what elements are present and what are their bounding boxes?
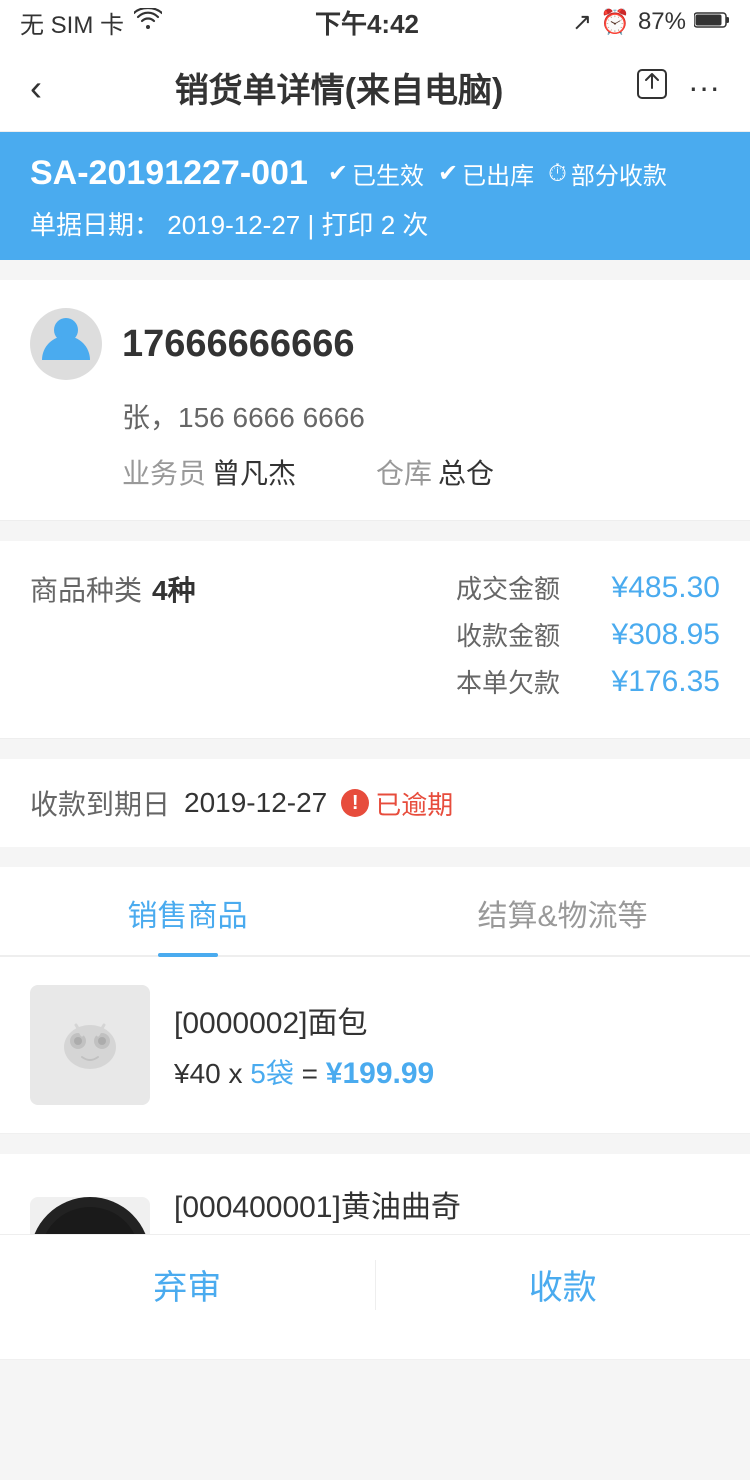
status-partial: ⏱ 部分收款 [548, 156, 667, 191]
deal-amount-value: ¥485.30 [580, 571, 720, 605]
header-banner: SA-20191227-001 ✔ 已生效 ✔ 已出库 ⏱ 部分收款 单据日期：… [0, 132, 750, 260]
nav-actions: ··· [636, 68, 720, 108]
status-time: 下午4:42 [315, 4, 419, 41]
customer-meta: 业务员 曾凡杰 仓库 总仓 [30, 452, 720, 492]
page-title: 销货单详情(来自电脑) [175, 63, 504, 112]
avatar-icon [36, 308, 96, 380]
receipt-amount-value: ¥308.95 [580, 618, 720, 652]
overdue-text: 已逾期 [375, 785, 453, 822]
battery-text: 87% [638, 8, 686, 36]
overdue-icon: ! [341, 789, 369, 817]
receipt-amount-label: 收款金额 [456, 616, 560, 653]
product-info-1: [0000002]面包 ¥40 x 5袋 = ¥199.99 [174, 998, 720, 1092]
alarm-icon: ⏰ [600, 8, 630, 37]
location-icon: ↗ [572, 8, 592, 37]
salesperson-value: 曾凡杰 [212, 452, 296, 492]
status-tags: ✔ 已生效 ✔ 已出库 ⏱ 部分收款 [328, 156, 667, 191]
tab-settlement-label: 结算&物流等 [477, 900, 647, 933]
receipt-amount-row: 收款金额 ¥308.95 [375, 616, 720, 653]
due-date: 2019-12-27 [184, 787, 327, 819]
deal-amount-label: 成交金额 [456, 569, 560, 606]
deal-amount-row: 成交金额 ¥485.30 [375, 569, 720, 606]
summary-left: 商品种类 4种 [30, 569, 375, 615]
tab-section: 销售商品 结算&物流等 [0, 867, 750, 957]
owl-placeholder-1 [30, 985, 150, 1105]
more-button[interactable]: ··· [688, 69, 720, 106]
status-shipped: ✔ 已出库 [438, 156, 534, 191]
product-name-1: [0000002]面包 [174, 998, 720, 1042]
back-button[interactable]: ‹ [30, 67, 42, 109]
tab-sales-products[interactable]: 销售商品 [0, 867, 375, 955]
bottom-bar: 弃审 收款 [0, 1234, 750, 1334]
share-button[interactable] [636, 68, 668, 108]
product-spacer [0, 1134, 750, 1154]
banner-date: 单据日期： 2019-12-27 | 打印 2 次 [30, 205, 720, 242]
due-label: 收款到期日 [30, 783, 170, 823]
type-count: 4种 [152, 569, 196, 609]
tab-settlement[interactable]: 结算&物流等 [375, 867, 750, 955]
customer-id: 17666666666 [122, 323, 354, 366]
debt-amount-label: 本单欠款 [456, 663, 560, 700]
product-name-2: [000400001]黄油曲奇 [174, 1182, 720, 1226]
avatar [30, 308, 102, 380]
status-right: ↗ ⏰ 87% [572, 8, 730, 37]
battery-icon [694, 8, 730, 36]
overdue-badge: ! 已逾期 [341, 785, 453, 822]
status-bar: 无 SIM 卡 下午4:42 ↗ ⏰ 87% [0, 0, 750, 44]
wifi-icon [134, 8, 162, 37]
nav-bar: ‹ 销货单详情(来自电脑) ··· [0, 44, 750, 132]
warehouse-label: 仓库 [376, 452, 432, 492]
carrier-text: 无 SIM 卡 [20, 5, 124, 40]
summary-right: 成交金额 ¥485.30 收款金额 ¥308.95 本单欠款 ¥176.35 [375, 569, 720, 710]
type-label: 商品种类 [30, 569, 142, 609]
cancel-button[interactable]: 弃审 [0, 1260, 375, 1309]
check-icon-2: ✔ [438, 159, 458, 188]
customer-name: 张，156 6666 6666 [30, 396, 720, 436]
customer-section: 17666666666 张，156 6666 6666 业务员 曾凡杰 仓库 总… [0, 280, 750, 521]
product-price-1: ¥40 x 5袋 = ¥199.99 [174, 1052, 720, 1092]
product-item: [0000002]面包 ¥40 x 5袋 = ¥199.99 [0, 957, 750, 1134]
due-section: 收款到期日 2019-12-27 ! 已逾期 [0, 759, 750, 847]
summary-section: 商品种类 4种 成交金额 ¥485.30 收款金额 ¥308.95 本单欠款 ¥… [0, 541, 750, 739]
status-carrier: 无 SIM 卡 [20, 5, 162, 40]
order-id: SA-20191227-001 [30, 154, 308, 193]
product-thumb-1 [30, 985, 150, 1105]
debt-amount-row: 本单欠款 ¥176.35 [375, 663, 720, 700]
customer-top: 17666666666 [30, 308, 720, 380]
banner-top: SA-20191227-001 ✔ 已生效 ✔ 已出库 ⏱ 部分收款 [30, 154, 720, 193]
status-effective: ✔ 已生效 [328, 156, 424, 191]
clock-icon: ⏱ [548, 160, 567, 188]
type-row: 商品种类 4种 [30, 569, 375, 609]
warehouse-value: 总仓 [438, 452, 494, 492]
confirm-button[interactable]: 收款 [376, 1260, 750, 1309]
salesperson-label: 业务员 [122, 452, 206, 492]
debt-amount-value: ¥176.35 [580, 665, 720, 699]
check-icon-1: ✔ [328, 159, 348, 188]
tab-sales-label: 销售商品 [128, 900, 248, 933]
